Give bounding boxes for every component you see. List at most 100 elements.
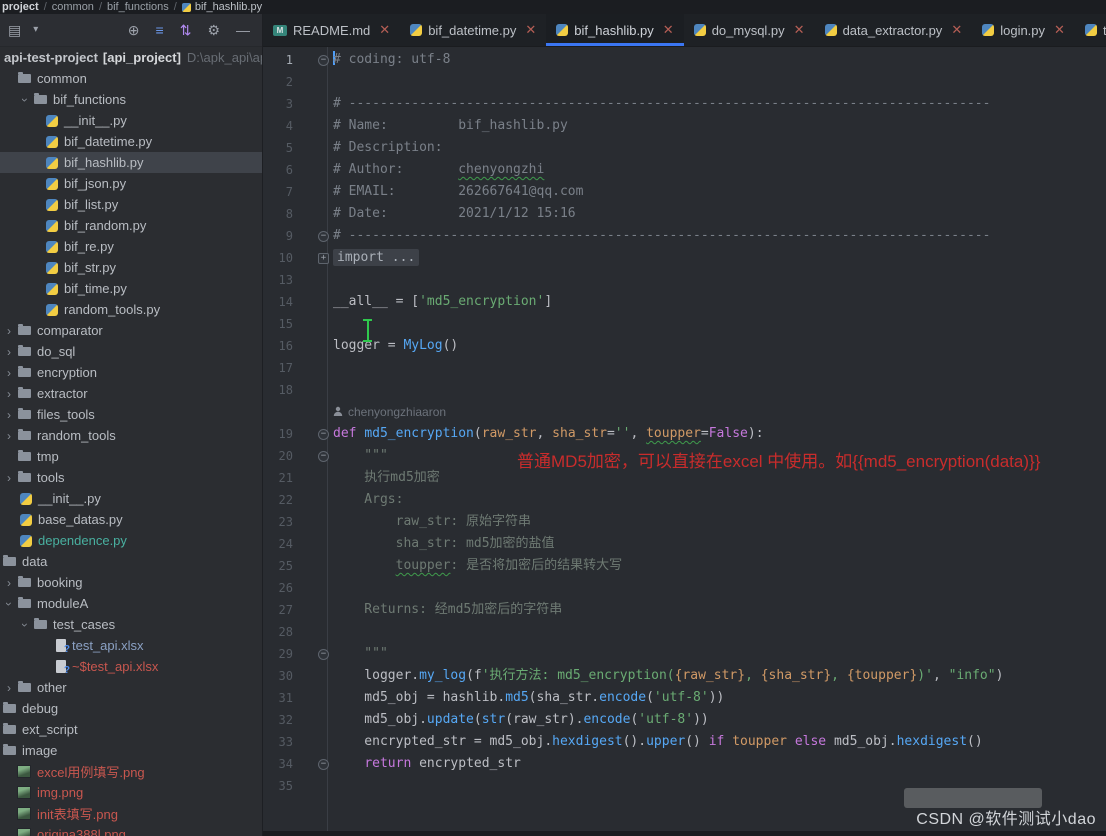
code-line[interactable]: 4 # Name: bif_hashlib.py [263, 115, 1106, 137]
tree-item[interactable]: bif_str.py [0, 257, 262, 278]
tree-item[interactable]: bif_random.py [0, 215, 262, 236]
fold-collapse-icon[interactable]: − [318, 428, 329, 440]
tree-item[interactable]: bif_list.py [0, 194, 262, 215]
tree-item[interactable]: ~$test_api.xlsx [0, 656, 262, 677]
code-line[interactable]: 8 # Date: 2021/1/12 15:16 [263, 203, 1106, 225]
code-line[interactable]: 13 [263, 269, 1106, 291]
tree-item[interactable]: › extractor [0, 383, 262, 404]
fold-collapse-icon[interactable]: − [318, 450, 329, 462]
tree-item[interactable]: › booking [0, 572, 262, 593]
breadcrumb-segment[interactable]: bif_functions [107, 0, 169, 14]
locate-icon[interactable]: ⊕ [128, 23, 140, 37]
code-line[interactable]: 25 toupper: 是否将加密后的结果转大写 [263, 555, 1106, 577]
dropdown-caret-icon[interactable]: ▾ [33, 23, 38, 37]
tree-item[interactable]: › files_tools [0, 404, 262, 425]
close-icon[interactable]: ✕ [379, 22, 390, 38]
breadcrumb-segment[interactable]: bif_hashlib.py [195, 0, 262, 14]
code-line[interactable]: 30 logger.my_log(f'执行方法: md5_encryption(… [263, 665, 1106, 687]
code-line[interactable]: 7 # EMAIL: 262667641@qq.com [263, 181, 1106, 203]
code-line[interactable]: 27 Returns: 经md5加密后的字符串 [263, 599, 1106, 621]
code-line[interactable]: 24 sha_str: md5加密的盐值 [263, 533, 1106, 555]
code-line[interactable]: 23 raw_str: 原始字符串 [263, 511, 1106, 533]
tree-item[interactable]: › comparator [0, 320, 262, 341]
tree-item[interactable]: bif_time.py [0, 278, 262, 299]
tree-item[interactable]: excel用例填写.png [0, 761, 262, 782]
collapse-all-icon[interactable]: ≡ [156, 23, 164, 37]
chevron-collapsed-icon[interactable]: › [4, 325, 14, 337]
chevron-expanded-icon[interactable]: › [18, 620, 32, 630]
code-line[interactable]: 26 [263, 577, 1106, 599]
code-line[interactable]: 16 logger = MyLog() [263, 335, 1106, 357]
fold-collapse-icon[interactable]: − [318, 648, 329, 660]
tree-item[interactable]: __init__.py [0, 488, 262, 509]
close-icon[interactable]: ✕ [794, 22, 805, 38]
tree-item[interactable]: common [0, 68, 262, 89]
tree-item[interactable]: tmp [0, 446, 262, 467]
fold-collapse-icon[interactable]: − [318, 230, 329, 242]
code-line[interactable]: 31 md5_obj = hashlib.md5(sha_str.encode(… [263, 687, 1106, 709]
tab-data_extractor.py[interactable]: data_extractor.py ✕ [815, 14, 973, 46]
tree-item[interactable]: debug [0, 698, 262, 719]
tree-item[interactable]: › encryption [0, 362, 262, 383]
code-line[interactable]: 3 # -------------------------------------… [263, 93, 1106, 115]
code-line[interactable]: 14 __all__ = ['md5_encryption'] [263, 291, 1106, 313]
tool-window-list-icon[interactable]: ▤ [8, 23, 21, 37]
tree-item[interactable]: › do_sql [0, 341, 262, 362]
tree-item[interactable]: bif_hashlib.py [0, 152, 262, 173]
chevron-expanded-icon[interactable]: › [2, 599, 16, 609]
tab-login.py[interactable]: login.py ✕ [972, 14, 1075, 46]
tree-item[interactable]: test_api.xlsx [0, 635, 262, 656]
tree-item[interactable]: › test_cases [0, 614, 262, 635]
tree-item[interactable]: init表填写.png [0, 803, 262, 824]
chevron-collapsed-icon[interactable]: › [4, 409, 14, 421]
chevron-collapsed-icon[interactable]: › [4, 430, 14, 442]
close-icon[interactable]: ✕ [1054, 22, 1065, 38]
chevron-expanded-icon[interactable]: › [18, 95, 32, 105]
code-line[interactable]: 29 − """ [263, 643, 1106, 665]
code-line[interactable]: 22 Args: [263, 489, 1106, 511]
breadcrumb-segment[interactable]: project [2, 0, 39, 14]
expand-collapse-icon[interactable]: ⇅ [180, 23, 192, 37]
chevron-collapsed-icon[interactable]: › [4, 577, 14, 589]
fold-collapse-icon[interactable]: − [318, 758, 329, 770]
tree-item[interactable]: origina388l.png [0, 824, 262, 836]
tab-bif_hashlib.py[interactable]: bif_hashlib.py ✕ [546, 14, 684, 46]
code-line[interactable]: 5 # Description: [263, 137, 1106, 159]
tree-item[interactable]: › random_tools [0, 425, 262, 446]
tree-item[interactable]: random_tools.py [0, 299, 262, 320]
code-line[interactable]: 10 + import ... [263, 247, 1106, 269]
code-line[interactable]: 32 md5_obj.update(str(raw_str).encode('u… [263, 709, 1106, 731]
breadcrumb-segment[interactable]: common [52, 0, 94, 14]
tree-item[interactable]: image [0, 740, 262, 761]
code-line[interactable]: 21 执行md5加密 [263, 467, 1106, 489]
code-line[interactable]: 17 [263, 357, 1106, 379]
chevron-collapsed-icon[interactable]: › [4, 472, 14, 484]
fold-collapse-icon[interactable]: − [318, 54, 329, 66]
code-line[interactable]: 2 [263, 71, 1106, 93]
hide-panel-icon[interactable]: — [236, 23, 250, 37]
chevron-collapsed-icon[interactable]: › [4, 682, 14, 694]
code-line[interactable]: 9 − # ------------------------------------… [263, 225, 1106, 247]
tree-item[interactable]: __init__.py [0, 110, 262, 131]
code-line[interactable]: 34 − return encrypted_str [263, 753, 1106, 775]
tree-item[interactable]: bif_datetime.py [0, 131, 262, 152]
tree-item[interactable]: base_datas.py [0, 509, 262, 530]
tab-README.md[interactable]: M README.md ✕ [263, 14, 400, 46]
close-icon[interactable]: ✕ [951, 22, 962, 38]
code-line[interactable]: 18 [263, 379, 1106, 401]
chevron-collapsed-icon[interactable]: › [4, 346, 14, 358]
code-line[interactable]: 19− def md5_encryption(raw_str, sha_str='… [263, 423, 1106, 445]
code-editor[interactable]: 1− # coding: utf-8 2 3 # -------------------… [263, 47, 1106, 836]
tree-item[interactable]: data [0, 551, 262, 572]
tab-do_mysql.py[interactable]: do_mysql.py ✕ [684, 14, 815, 46]
tree-root-item[interactable]: api-test-project [api_project] D:\apk_ap… [0, 47, 262, 68]
tree-item[interactable]: dependence.py [0, 530, 262, 551]
tree-item[interactable]: bif_json.py [0, 173, 262, 194]
tab-test_stand[interactable]: test_stand [1075, 14, 1106, 46]
code-line[interactable]: 33 encrypted_str = md5_obj.hexdigest().u… [263, 731, 1106, 753]
code-line[interactable]: 6 # Author: chenyongzhi [263, 159, 1106, 181]
close-icon[interactable]: ✕ [663, 22, 674, 38]
code-line[interactable]: 15 [263, 313, 1106, 335]
tree-item[interactable]: › other [0, 677, 262, 698]
tree-item[interactable]: › tools [0, 467, 262, 488]
